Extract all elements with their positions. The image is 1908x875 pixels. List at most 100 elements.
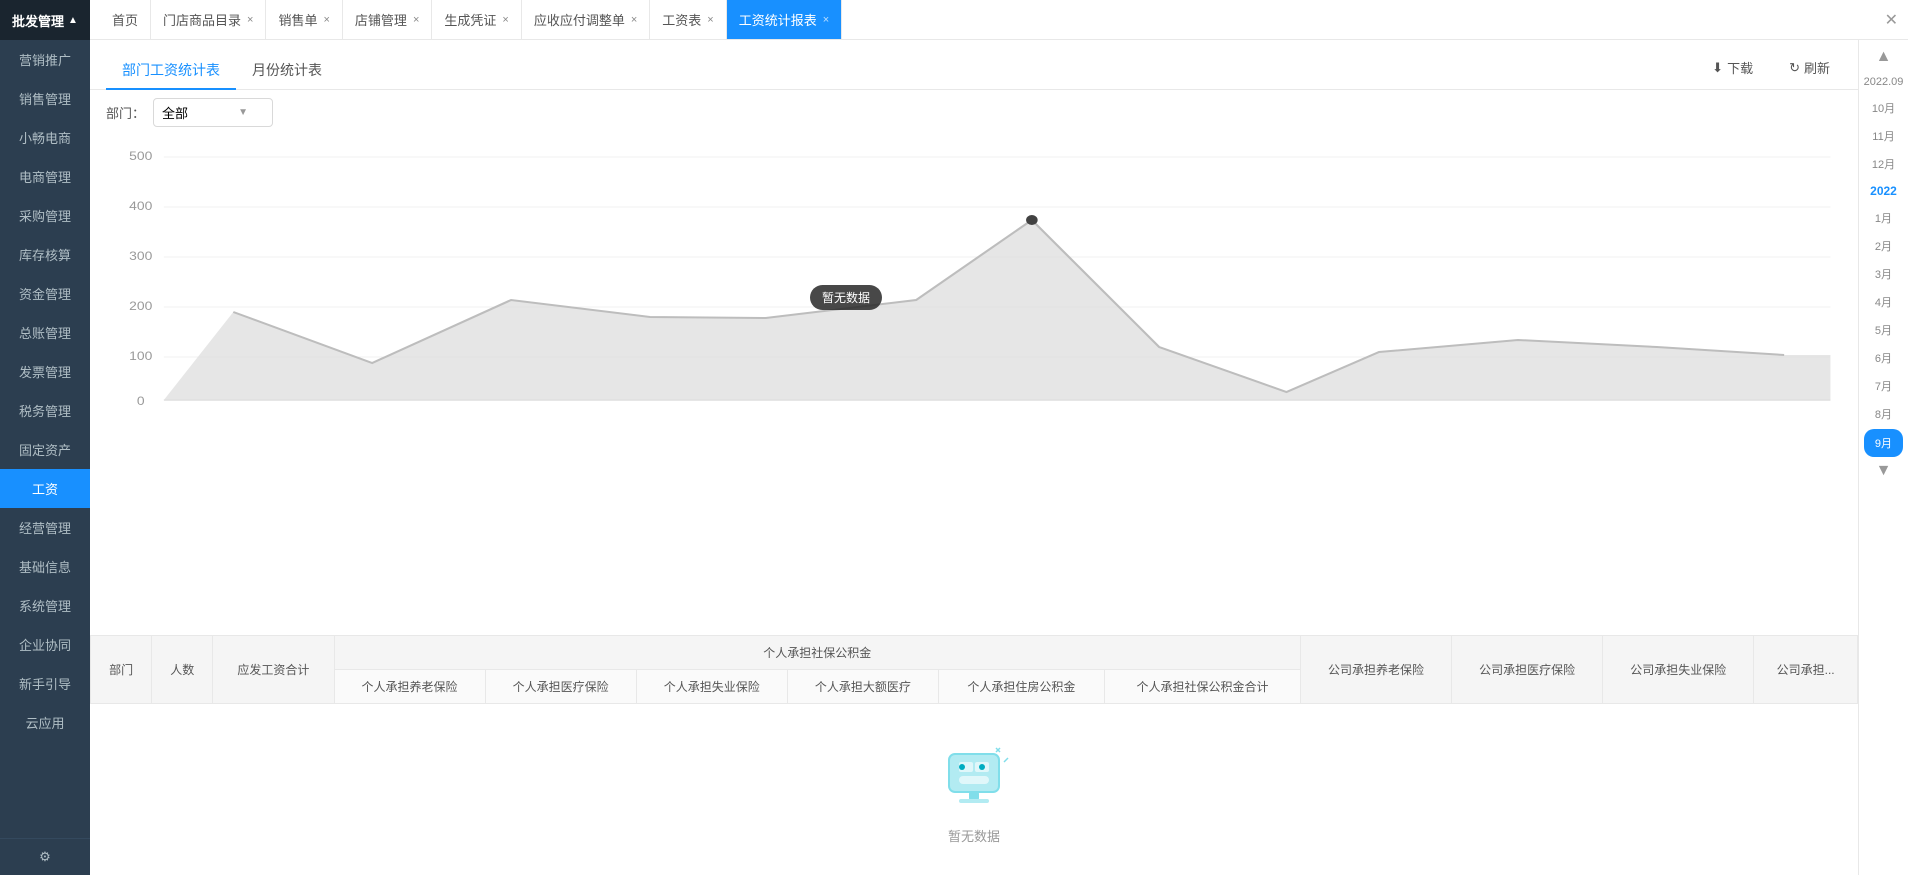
content-area: 部门工资统计表 月份统计表 ⬇ 下载 ↻ 刷新 部门： xyxy=(90,40,1908,875)
tab-item-5[interactable]: 应收应付调整单× xyxy=(522,0,650,40)
col-department: 部门 xyxy=(91,636,152,704)
timeline-down-icon[interactable]: ▼ xyxy=(1872,458,1896,484)
sidebar-settings[interactable]: ⚙ xyxy=(0,838,90,875)
timeline-up-icon[interactable]: ▲ xyxy=(1872,44,1896,70)
svg-text:500: 500 xyxy=(129,149,152,163)
col-personal-medical: 个人承担医疗保险 xyxy=(485,670,636,704)
right-timeline: ▲ 2022.0910月11月12月20221月2月3月4月5月6月7月8月9月… xyxy=(1858,40,1908,875)
timeline-item-2[interactable]: 11月 xyxy=(1860,122,1908,150)
tab-close-5[interactable]: × xyxy=(631,14,637,26)
tab-item-6[interactable]: 工资表 × xyxy=(650,0,726,40)
sidebar-header[interactable]: 批发管理 ▲ xyxy=(0,0,90,40)
svg-text:400: 400 xyxy=(129,199,152,213)
sidebar-arrow-icon: ▲ xyxy=(68,15,78,26)
refresh-button[interactable]: ↻ 刷新 xyxy=(1777,54,1842,81)
empty-icon xyxy=(934,734,1014,814)
tab-item-2[interactable]: 销售单 × xyxy=(266,0,342,40)
tab-close-6[interactable]: × xyxy=(707,14,713,26)
svg-text:300: 300 xyxy=(129,249,152,263)
sub-tabs: 部门工资统计表 月份统计表 xyxy=(90,40,354,89)
sidebar-item-10[interactable]: 固定资产 xyxy=(0,430,90,469)
tab-monthly-stats[interactable]: 月份统计表 xyxy=(236,52,338,90)
timeline-item-7[interactable]: 3月 xyxy=(1860,260,1908,288)
col-headcount: 人数 xyxy=(152,636,213,704)
timeline-item-8[interactable]: 4月 xyxy=(1860,288,1908,316)
tab-close-7[interactable]: × xyxy=(823,14,829,26)
sidebar: 批发管理 ▲ 营销推广销售管理小畅电商电商管理采购管理库存核算资金管理总账管理发… xyxy=(0,0,90,875)
tab-close-3[interactable]: × xyxy=(413,14,419,26)
tab-department-salary[interactable]: 部门工资统计表 xyxy=(106,52,236,90)
col-group-personal: 个人承担社保公积金 xyxy=(334,636,1301,670)
tab-item-1[interactable]: 门店商品目录× xyxy=(151,0,266,40)
window-close-icon[interactable]: ✕ xyxy=(1885,10,1898,30)
timeline-item-3[interactable]: 12月 xyxy=(1860,150,1908,178)
timeline-item-5[interactable]: 1月 xyxy=(1860,204,1908,232)
sidebar-item-16[interactable]: 新手引导 xyxy=(0,664,90,703)
col-salary-total: 应发工资合计 xyxy=(213,636,334,704)
sidebar-item-0[interactable]: 营销推广 xyxy=(0,40,90,79)
refresh-icon: ↻ xyxy=(1789,60,1800,76)
tab-item-3[interactable]: 店铺管理 × xyxy=(343,0,432,40)
col-company-medical: 公司承担医疗保险 xyxy=(1452,636,1603,704)
tab-label-4: 生成凭证 xyxy=(444,10,496,29)
sidebar-item-7[interactable]: 总账管理 xyxy=(0,313,90,352)
tab-label-6: 工资表 xyxy=(662,10,701,29)
tab-close-1[interactable]: × xyxy=(247,14,253,26)
col-personal-unemployment: 个人承担失业保险 xyxy=(636,670,787,704)
table-section: 部门 人数 应发工资合计 个人承担社保公积金 公司承担养老保险 公司承担医疗保险… xyxy=(90,635,1858,875)
chart-tooltip: 暂无数据 xyxy=(810,285,882,310)
tab-label-0: 首页 xyxy=(112,10,138,29)
sidebar-item-13[interactable]: 基础信息 xyxy=(0,547,90,586)
tab-label-7: 工资统计报表 xyxy=(739,10,817,29)
svg-text:200: 200 xyxy=(129,299,152,313)
chart-svg: 500 400 300 200 100 0 xyxy=(106,145,1842,425)
timeline-item-12[interactable]: 8月 xyxy=(1860,400,1908,428)
timeline-item-9[interactable]: 5月 xyxy=(1860,316,1908,344)
data-table: 部门 人数 应发工资合计 个人承担社保公积金 公司承担养老保险 公司承担医疗保险… xyxy=(90,635,1858,704)
timeline-item-0[interactable]: 2022.09 xyxy=(1860,70,1908,94)
filter-label: 部门： xyxy=(106,103,145,122)
toolbar: ⬇ 下载 ↻ 刷新 xyxy=(1672,46,1858,89)
col-personal-pension: 个人承担养老保险 xyxy=(334,670,485,704)
sidebar-title: 批发管理 xyxy=(12,11,64,30)
col-personal-housing: 个人承担住房公积金 xyxy=(938,670,1104,704)
sidebar-item-8[interactable]: 发票管理 xyxy=(0,352,90,391)
download-icon: ⬇ xyxy=(1712,60,1723,76)
tab-label-2: 销售单 xyxy=(278,10,317,29)
sidebar-item-11[interactable]: 工资 xyxy=(0,469,90,508)
timeline-item-4[interactable]: 2022 xyxy=(1860,178,1908,204)
tab-item-7[interactable]: 工资统计报表 × xyxy=(727,0,842,40)
main-area: 首页门店商品目录×销售单×店铺管理×生成凭证×应收应付调整单×工资表×工资统计报… xyxy=(90,0,1908,875)
tab-bar-actions: ✕ xyxy=(1885,10,1898,30)
timeline-item-13[interactable]: 9月 xyxy=(1864,429,1904,457)
download-button[interactable]: ⬇ 下载 xyxy=(1700,54,1765,81)
tab-bar: 首页门店商品目录×销售单×店铺管理×生成凭证×应收应付调整单×工资表×工资统计报… xyxy=(90,0,1908,40)
timeline-item-11[interactable]: 7月 xyxy=(1860,372,1908,400)
svg-text:100: 100 xyxy=(129,349,152,363)
tab-close-2[interactable]: × xyxy=(323,14,329,26)
department-select[interactable]: 全部 ▼ xyxy=(153,98,273,127)
tab-close-4[interactable]: × xyxy=(502,14,508,26)
sidebar-item-9[interactable]: 税务管理 xyxy=(0,391,90,430)
timeline-item-10[interactable]: 6月 xyxy=(1860,344,1908,372)
chart-area: 500 400 300 200 100 0 xyxy=(90,135,1858,635)
page-content: 部门工资统计表 月份统计表 ⬇ 下载 ↻ 刷新 部门： xyxy=(90,40,1858,875)
sidebar-item-4[interactable]: 采购管理 xyxy=(0,196,90,235)
sidebar-item-5[interactable]: 库存核算 xyxy=(0,235,90,274)
sidebar-item-12[interactable]: 经营管理 xyxy=(0,508,90,547)
sidebar-item-14[interactable]: 系统管理 xyxy=(0,586,90,625)
sidebar-item-15[interactable]: 企业协同 xyxy=(0,625,90,664)
sidebar-item-1[interactable]: 销售管理 xyxy=(0,79,90,118)
timeline-item-6[interactable]: 2月 xyxy=(1860,232,1908,260)
tab-item-4[interactable]: 生成凭证 × xyxy=(432,0,521,40)
timeline-item-1[interactable]: 10月 xyxy=(1860,94,1908,122)
tab-item-0[interactable]: 首页 xyxy=(100,0,151,40)
sidebar-item-6[interactable]: 资金管理 xyxy=(0,274,90,313)
col-personal-bigmedical: 个人承担大额医疗 xyxy=(787,670,938,704)
col-company-pension: 公司承担养老保险 xyxy=(1301,636,1452,704)
sidebar-item-3[interactable]: 电商管理 xyxy=(0,157,90,196)
sidebar-item-17[interactable]: 云应用 xyxy=(0,703,90,742)
tab-label-3: 店铺管理 xyxy=(355,10,407,29)
col-personal-total: 个人承担社保公积金合计 xyxy=(1104,670,1300,704)
sidebar-item-2[interactable]: 小畅电商 xyxy=(0,118,90,157)
